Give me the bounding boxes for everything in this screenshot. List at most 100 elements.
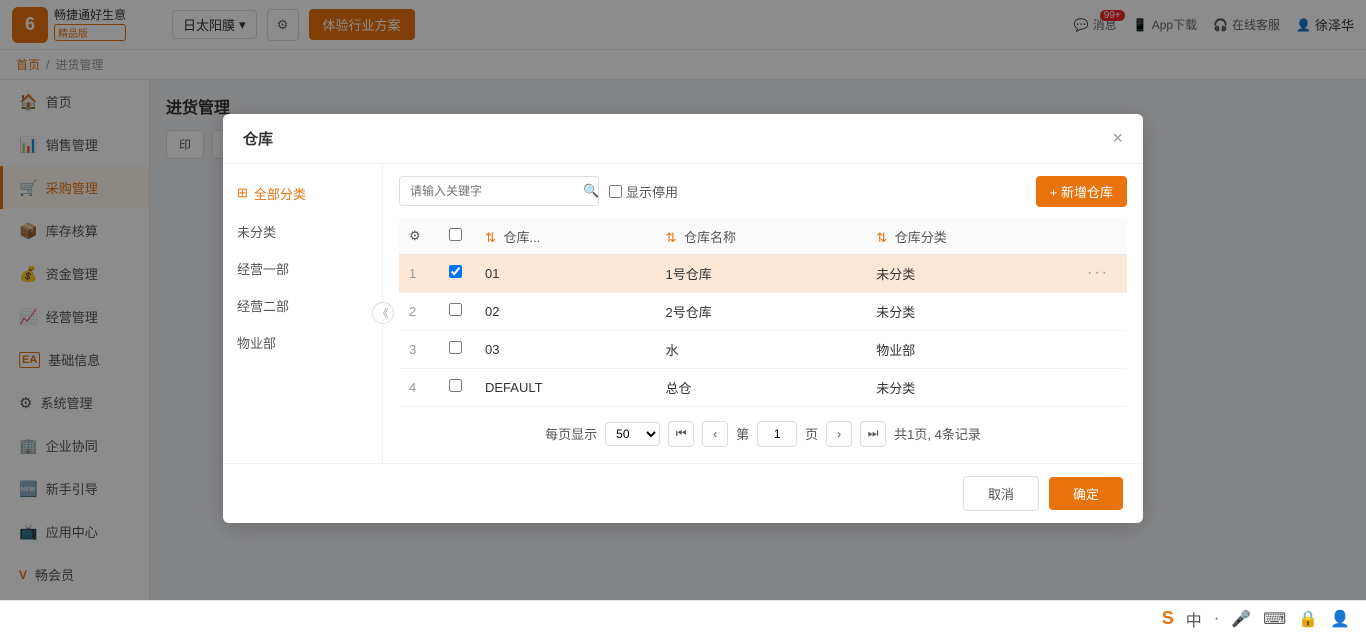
- show-disabled-text: 显示停用: [626, 182, 678, 201]
- sort-icon-code: ⇅: [485, 230, 496, 245]
- search-icon[interactable]: 🔍: [575, 177, 599, 205]
- col-name-header: ⇅ 仓库名称: [656, 219, 867, 255]
- category-panel: ⊞ 全部分类 未分类 经营一部 经营二部 物业部 《: [223, 164, 383, 463]
- row-checkbox-cell: [439, 330, 475, 368]
- add-warehouse-button[interactable]: + 新增仓库: [1036, 176, 1127, 207]
- row-num: 3: [399, 330, 439, 368]
- search-input[interactable]: [400, 178, 575, 204]
- page-number-input[interactable]: [757, 421, 797, 447]
- row-checkbox[interactable]: [449, 303, 462, 316]
- row-actions: ···: [1077, 254, 1127, 292]
- chinese-icon[interactable]: 中: [1186, 607, 1202, 631]
- table-panel: 🔍 显示停用 + 新增仓库 ⚙: [383, 164, 1143, 463]
- row-num: 2: [399, 292, 439, 330]
- row-num: 4: [399, 368, 439, 406]
- modal-header: 仓库 ×: [223, 114, 1143, 164]
- category-label-uncat: 未分类: [237, 225, 276, 240]
- collapse-panel-button[interactable]: 《: [372, 302, 394, 324]
- row-actions: [1077, 330, 1127, 368]
- row-code: DEFAULT: [475, 368, 656, 406]
- row-name: 2号仓库: [656, 292, 867, 330]
- grid-icon: ⊞: [237, 185, 248, 201]
- col-code-label: 仓库...: [504, 230, 541, 245]
- row-checkbox[interactable]: [449, 265, 462, 278]
- col-category-header: ⇅ 仓库分类: [866, 219, 1077, 255]
- s-logo-icon: S: [1162, 608, 1174, 629]
- page-label-post: 页: [805, 424, 818, 443]
- lock-icon[interactable]: 🔒: [1298, 609, 1318, 629]
- bottom-bar: S 中 · 🎤 ⌨ 🔒 👤: [0, 600, 1366, 636]
- row-ellipsis-btn[interactable]: ···: [1087, 264, 1109, 281]
- category-item-uncat[interactable]: 未分类: [223, 213, 382, 250]
- table-row[interactable]: 4 DEFAULT 总仓 未分类: [399, 368, 1127, 406]
- last-page-button[interactable]: ⏭: [860, 421, 886, 447]
- keyboard-icon[interactable]: ⌨: [1263, 609, 1286, 629]
- table-container: ⚙ ⇅ 仓库... ⇅: [399, 219, 1127, 407]
- table-row[interactable]: 2 02 2号仓库 未分类: [399, 292, 1127, 330]
- modal-overlay: 仓库 × ⊞ 全部分类 未分类 经营一部 经营二部: [0, 0, 1366, 636]
- category-item-property[interactable]: 物业部: [223, 324, 382, 361]
- show-disabled-checkbox[interactable]: [609, 185, 622, 198]
- user-bottom-icon[interactable]: 👤: [1330, 609, 1350, 629]
- modal-close-button[interactable]: ×: [1112, 128, 1123, 149]
- modal-footer: 取消 确定: [223, 463, 1143, 523]
- next-page-button[interactable]: ›: [826, 421, 852, 447]
- table-toolbar: 🔍 显示停用 + 新增仓库: [399, 176, 1127, 207]
- row-num: 1: [399, 254, 439, 292]
- per-page-select[interactable]: 50 100: [605, 422, 660, 446]
- prev-page-button[interactable]: ‹: [702, 421, 728, 447]
- col-category-label: 仓库分类: [895, 230, 947, 245]
- row-checkbox-cell: [439, 254, 475, 292]
- col-code-header: ⇅ 仓库...: [475, 219, 656, 255]
- cancel-button[interactable]: 取消: [963, 476, 1039, 511]
- search-box: 🔍: [399, 176, 599, 206]
- row-actions: [1077, 368, 1127, 406]
- modal-body: ⊞ 全部分类 未分类 经营一部 经营二部 物业部 《: [223, 164, 1143, 463]
- table-row[interactable]: 1 01 1号仓库 未分类 ···: [399, 254, 1127, 292]
- row-name: 水: [656, 330, 867, 368]
- row-name: 总仓: [656, 368, 867, 406]
- row-checkbox-cell: [439, 292, 475, 330]
- row-code: 03: [475, 330, 656, 368]
- table-header-row: ⚙ ⇅ 仓库... ⇅: [399, 219, 1127, 255]
- row-category: 未分类: [866, 368, 1077, 406]
- row-name: 1号仓库: [656, 254, 867, 292]
- category-label-ops1: 经营一部: [237, 262, 289, 277]
- dot-icon[interactable]: ·: [1214, 610, 1219, 628]
- row-category: 物业部: [866, 330, 1077, 368]
- confirm-button[interactable]: 确定: [1049, 477, 1123, 510]
- category-item-ops1[interactable]: 经营一部: [223, 250, 382, 287]
- all-category-item[interactable]: ⊞ 全部分类: [223, 176, 382, 213]
- show-disabled-label: 显示停用: [609, 182, 678, 201]
- row-code: 01: [475, 254, 656, 292]
- row-checkbox[interactable]: [449, 379, 462, 392]
- col-check: [439, 219, 475, 255]
- row-checkbox[interactable]: [449, 341, 462, 354]
- row-code: 02: [475, 292, 656, 330]
- select-all-checkbox[interactable]: [449, 228, 462, 241]
- pagination: 每页显示 50 100 ⏮ ‹ 第 页 › ⏭ 共1页, 4条记录: [399, 407, 1127, 451]
- warehouse-table: ⚙ ⇅ 仓库... ⇅: [399, 219, 1127, 407]
- category-item-ops2[interactable]: 经营二部: [223, 287, 382, 324]
- col-actions-header: [1077, 219, 1127, 255]
- page-label-pre: 第: [736, 424, 749, 443]
- row-category: 未分类: [866, 292, 1077, 330]
- total-label: 共1页, 4条记录: [894, 424, 981, 443]
- all-category-label: 全部分类: [254, 184, 306, 203]
- row-checkbox-cell: [439, 368, 475, 406]
- gear-icon[interactable]: ⚙: [409, 228, 421, 243]
- category-label-ops2: 经营二部: [237, 299, 289, 314]
- row-actions: [1077, 292, 1127, 330]
- col-gear: ⚙: [399, 219, 439, 255]
- sort-icon-category: ⇅: [876, 230, 887, 245]
- first-page-button[interactable]: ⏮: [668, 421, 694, 447]
- table-row[interactable]: 3 03 水 物业部: [399, 330, 1127, 368]
- warehouse-modal: 仓库 × ⊞ 全部分类 未分类 经营一部 经营二部: [223, 114, 1143, 523]
- col-name-label: 仓库名称: [684, 230, 736, 245]
- row-category: 未分类: [866, 254, 1077, 292]
- category-label-property: 物业部: [237, 336, 276, 351]
- mic-icon[interactable]: 🎤: [1231, 609, 1251, 629]
- modal-title: 仓库: [243, 128, 273, 149]
- per-page-label: 每页显示: [545, 424, 597, 443]
- sort-icon-name: ⇅: [666, 230, 677, 245]
